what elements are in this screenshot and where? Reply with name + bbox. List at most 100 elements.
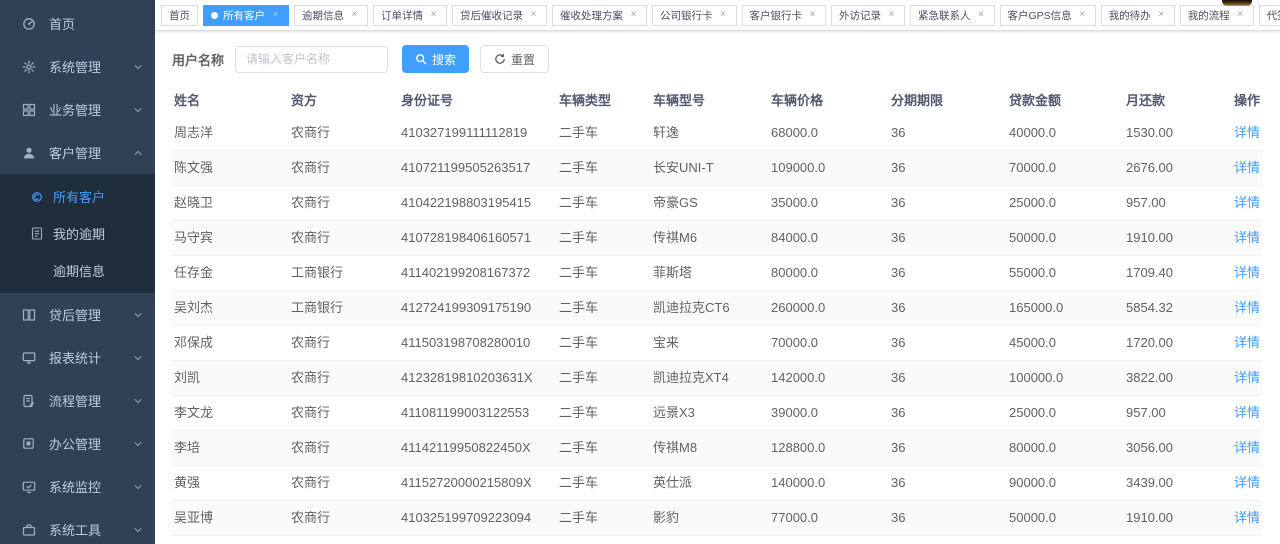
cell-vehicle-type: 二手车 (557, 361, 651, 396)
close-icon[interactable]: × (270, 10, 281, 21)
sidebar-item-overdue-info[interactable]: 逾期信息 (0, 252, 155, 289)
table-row: 陈文强农商行410721199505263517二手车长安UNI-T109000… (172, 151, 1262, 186)
cell-term: 36 (889, 256, 1007, 291)
tab-customer-gps[interactable]: 客户GPS信息× (1000, 5, 1096, 26)
tab-sign-tasks[interactable]: 代签任务× (1259, 5, 1280, 26)
detail-link[interactable]: 详情 (1234, 265, 1260, 280)
table-row: 吴刘杰工商银行412724199309175190二手车凯迪拉克CT626000… (172, 291, 1262, 326)
cell-monthly: 1910.00 (1124, 221, 1224, 256)
sidebar-item-all-customers[interactable]: 所有客户 (0, 178, 155, 215)
detail-link[interactable]: 详情 (1234, 160, 1260, 175)
cell-name: 李文龙 (172, 396, 289, 431)
cell-monthly (1124, 536, 1224, 544)
customers-table: 姓名资方身份证号车辆类型车辆型号车辆价格分期期限贷款金额月还款操作 周志洋农商行… (172, 85, 1262, 544)
cell-price: 260000.0 (769, 291, 889, 326)
tab-label: 订单详情 (381, 8, 423, 23)
ring-icon (31, 191, 44, 203)
tab-visit-records[interactable]: 外访记录× (831, 5, 905, 26)
cell-id-number: 410327199111112819 (399, 116, 557, 151)
sidebar-item-system[interactable]: 系统管理 (0, 45, 155, 88)
search-button[interactable]: 搜索 (402, 45, 469, 73)
cell-vehicle-type: 二手车 (557, 536, 651, 544)
cell-vehicle-type: 二手车 (557, 256, 651, 291)
close-icon[interactable]: × (1235, 10, 1246, 21)
chevron-down-icon (133, 396, 143, 406)
tab-all-customers[interactable]: 所有客户× (203, 5, 289, 26)
table-row: 赵晓卫农商行410422198803195415二手车帝豪GS35000.036… (172, 186, 1262, 221)
tab-my-flow[interactable]: 我的流程× (1180, 5, 1254, 26)
detail-link[interactable]: 详情 (1234, 440, 1260, 455)
cell-funder: 农商行 (289, 361, 399, 396)
detail-link[interactable]: 详情 (1234, 405, 1260, 420)
table-row: 李文龙农商行411081199003122553二手车远景X339000.036… (172, 396, 1262, 431)
close-icon[interactable]: × (807, 10, 818, 21)
close-icon[interactable]: × (528, 10, 539, 21)
tab-home[interactable]: 首页 (161, 5, 198, 26)
detail-link[interactable]: 详情 (1234, 230, 1260, 245)
detail-link[interactable]: 详情 (1234, 370, 1260, 385)
gear-icon (22, 60, 38, 74)
sidebar-item-label: 贷后管理 (49, 305, 101, 324)
tab-my-todo[interactable]: 我的待办× (1101, 5, 1175, 26)
tab-order-detail[interactable]: 订单详情 × (373, 5, 447, 26)
close-icon[interactable]: × (718, 10, 729, 21)
tab-overdue-info[interactable]: 逾期信息× (294, 5, 368, 26)
sidebar-item-report[interactable]: 报表统计 (0, 336, 155, 379)
search-icon (415, 53, 427, 65)
sidebar-item-post-loan[interactable]: 贷后管理 (0, 293, 155, 336)
cell-id-number: 410325199709223094 (399, 501, 557, 536)
close-icon[interactable]: × (976, 10, 987, 21)
customer-name-input[interactable] (235, 46, 388, 73)
tab-label: 公司银行卡 (660, 8, 713, 23)
sidebar-item-label: 业务管理 (49, 100, 101, 119)
sidebar-item-label: 报表统计 (49, 348, 101, 367)
reset-button[interactable]: 重置 (480, 45, 549, 73)
sidebar-item-business[interactable]: 业务管理 (0, 88, 155, 131)
sidebar-item-customer[interactable]: 客户管理 (0, 131, 155, 174)
cell-action: 详情 (1224, 431, 1262, 466)
avatar-partial[interactable] (1222, 0, 1252, 6)
tab-company-bank-card[interactable]: 公司银行卡 × (652, 5, 737, 26)
detail-link[interactable]: 详情 (1234, 300, 1260, 315)
detail-link[interactable]: 详情 (1234, 510, 1260, 525)
close-icon[interactable]: × (349, 10, 360, 21)
cell-funder: 农商行 (289, 396, 399, 431)
cell-loan: 100000.0 (1007, 361, 1124, 396)
cell-loan: 70000.0 (1007, 151, 1124, 186)
book-icon (22, 308, 38, 322)
submenu-customer: 所有客户我的逾期逾期信息 (0, 174, 155, 293)
close-icon[interactable]: × (628, 10, 639, 21)
tab-emergency-contacts[interactable]: 紧急联系人× (910, 5, 995, 26)
cell-name: 刘凯 (172, 361, 289, 396)
sidebar-item-monitor[interactable]: 系统监控 (0, 465, 155, 508)
cell-loan: 165000.0 (1007, 291, 1124, 326)
cell-vehicle-type: 二手车 (557, 431, 651, 466)
cell-loan (1007, 536, 1124, 544)
sidebar-item-my-overdue[interactable]: 我的逾期 (0, 215, 155, 252)
close-icon[interactable]: × (428, 10, 439, 21)
cell-action: 详情 (1224, 466, 1262, 501)
reset-button-label: 重置 (511, 51, 535, 68)
cell-loan: 90000.0 (1007, 466, 1124, 501)
close-icon[interactable]: × (1077, 10, 1088, 21)
tab-collection-records[interactable]: 贷后催收记录× (452, 5, 547, 26)
table-row: 周志洋农商行410327199111112819二手车轩逸68000.03640… (172, 116, 1262, 151)
cell-name: 任存金 (172, 256, 289, 291)
close-icon[interactable]: × (1156, 10, 1167, 21)
office-icon (22, 437, 38, 450)
sidebar-item-tools[interactable]: 系统工具 (0, 508, 155, 544)
cell-vehicle-model: 传祺M8 (651, 431, 769, 466)
sidebar-item-office[interactable]: 办公管理 (0, 422, 155, 465)
sidebar-item-home[interactable]: 首页 (0, 2, 155, 45)
close-icon[interactable]: × (886, 10, 897, 21)
active-tab-dot (211, 12, 218, 19)
tab-collection-plan[interactable]: 催收处理方案× (552, 5, 647, 26)
detail-link[interactable]: 详情 (1234, 195, 1260, 210)
dashboard-icon (22, 17, 38, 31)
sidebar-item-process[interactable]: 流程管理 (0, 379, 155, 422)
cell-id-number: 412724199309175190 (399, 291, 557, 326)
detail-link[interactable]: 详情 (1234, 125, 1260, 140)
tab-customer-bank-card[interactable]: 客户银行卡× (742, 5, 827, 26)
detail-link[interactable]: 详情 (1234, 475, 1260, 490)
detail-link[interactable]: 详情 (1234, 335, 1260, 350)
